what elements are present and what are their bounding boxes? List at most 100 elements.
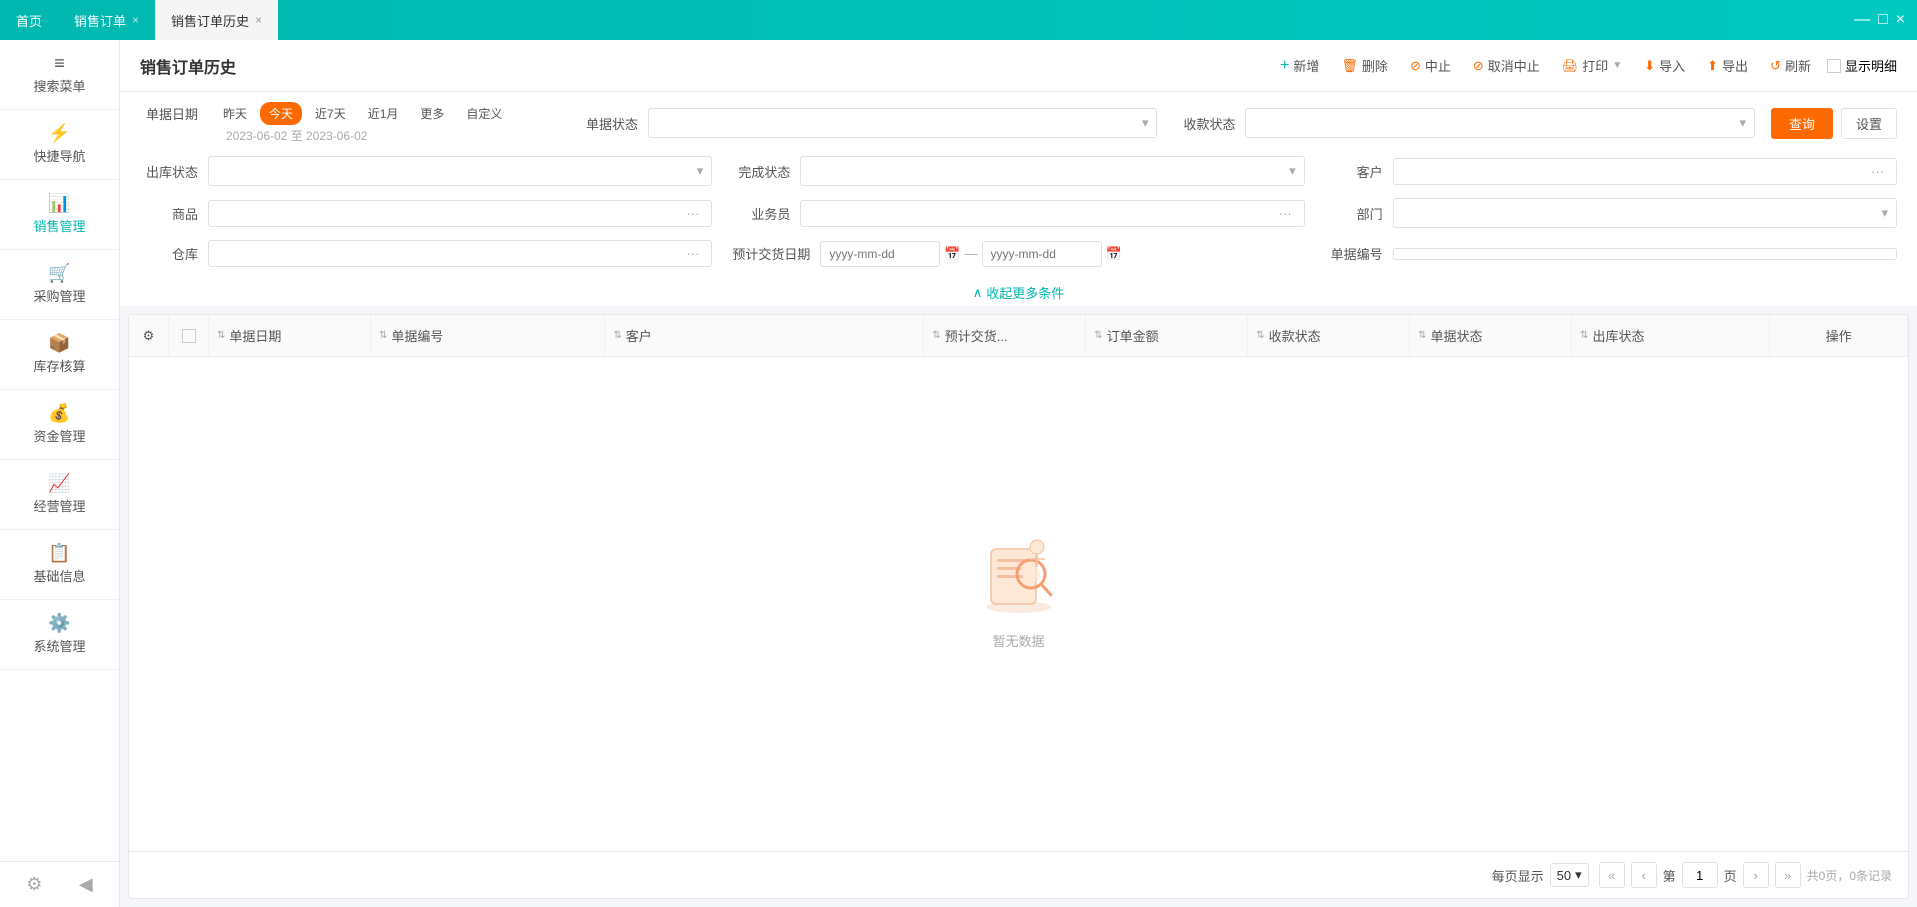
cancel-stop-button[interactable]: ⊘ 取消中止 xyxy=(1467,52,1546,79)
export-button[interactable]: ⬆ 导出 xyxy=(1701,52,1754,79)
th-payment-status[interactable]: ⇅ 收款状态 xyxy=(1248,315,1410,356)
delivery-date-from-input[interactable] xyxy=(820,241,940,267)
order-no-input[interactable] xyxy=(1393,248,1897,260)
sidebar-item-operations-label: 经营管理 xyxy=(33,496,85,515)
th-order-status-label: 单据状态 xyxy=(1431,326,1483,345)
th-delivery-status[interactable]: ⇅ 出库状态 xyxy=(1572,315,1770,356)
today-btn[interactable]: 今天 xyxy=(260,102,302,125)
th-amount-label: 订单金额 xyxy=(1107,326,1159,345)
th-actions-label: 操作 xyxy=(1826,326,1852,345)
product-input[interactable]: ··· xyxy=(208,200,712,227)
product-label: 商品 xyxy=(140,204,208,223)
collapse-link[interactable]: ∧ 收起更多条件 xyxy=(140,279,1897,306)
salesperson-input[interactable]: ··· xyxy=(800,200,1304,227)
print-icon: 🖨 xyxy=(1562,58,1579,74)
new-button[interactable]: + 新增 xyxy=(1274,52,1325,79)
tab-sales-order-history-close[interactable]: × xyxy=(255,13,262,27)
order-status-select[interactable]: ▾ xyxy=(648,108,1157,138)
th-order-no[interactable]: ⇅ 单据编号 xyxy=(371,315,605,356)
sidebar-settings-icon[interactable]: ⚙ xyxy=(26,874,42,895)
calendar-from-icon[interactable]: 📅 xyxy=(944,246,960,262)
sidebar-item-quick-nav[interactable]: ⚡ 快捷导航 xyxy=(0,110,119,180)
yesterday-btn[interactable]: 昨天 xyxy=(214,102,256,125)
delete-button[interactable]: 🗑 删除 xyxy=(1335,52,1394,79)
filter-customer-item: 客户 ··· xyxy=(1325,158,1897,185)
show-detail-wrapper: 显示明细 xyxy=(1827,56,1897,75)
collapse-text: 收起更多条件 xyxy=(986,283,1064,302)
window-max-btn[interactable]: □ xyxy=(1878,11,1888,29)
window-min-btn[interactable]: — xyxy=(1854,11,1870,29)
th-delivery-date[interactable]: ⇅ 预计交货... xyxy=(924,315,1086,356)
last1month-btn[interactable]: 近1月 xyxy=(359,102,408,125)
print-button[interactable]: 🖨 打印 ▼ xyxy=(1556,52,1628,79)
query-button[interactable]: 查询 xyxy=(1771,108,1833,139)
last7days-btn[interactable]: 近7天 xyxy=(306,102,355,125)
date-range-text: 2023-06-02 至 2023-06-02 xyxy=(226,129,367,143)
select-all-checkbox[interactable] xyxy=(182,329,196,343)
new-label: 新增 xyxy=(1293,56,1319,75)
top-bar: 首页 销售订单 × 销售订单历史 × — □ × xyxy=(0,0,1917,40)
th-settings[interactable]: ⚙ xyxy=(129,315,169,356)
stop-button[interactable]: ⊘ 中止 xyxy=(1404,52,1457,79)
salesperson-dots[interactable]: ··· xyxy=(1275,206,1296,221)
settings-button[interactable]: 设置 xyxy=(1841,108,1897,139)
order-status-label: 单据状态 xyxy=(580,114,648,133)
sort-payment-icon: ⇅ xyxy=(1256,330,1264,341)
sidebar-item-search-menu[interactable]: ≡ 搜索菜单 xyxy=(0,40,119,110)
sidebar-item-quick-nav-label: 快捷导航 xyxy=(33,146,85,165)
page-input[interactable] xyxy=(1682,862,1718,888)
purchase-icon: 🛒 xyxy=(48,264,70,282)
th-amount[interactable]: ⇅ 订单金额 xyxy=(1086,315,1248,356)
refresh-button[interactable]: ↺ 刷新 xyxy=(1764,52,1817,79)
product-dots[interactable]: ··· xyxy=(682,206,703,221)
settings-gear-icon[interactable]: ⚙ xyxy=(143,328,155,344)
sidebar-item-sales[interactable]: 📊 销售管理 xyxy=(0,180,119,250)
delivery-status-select[interactable]: ▾ xyxy=(208,156,712,186)
sidebar-item-finance-label: 资金管理 xyxy=(33,426,85,445)
date-label: 单据日期 xyxy=(140,104,208,123)
th-checkbox[interactable] xyxy=(169,315,209,356)
cancel-stop-label: 取消中止 xyxy=(1488,56,1540,75)
search-menu-icon: ≡ xyxy=(54,54,65,72)
tab-sales-order-history[interactable]: 销售订单历史 × xyxy=(155,0,278,40)
stop-label: 中止 xyxy=(1425,56,1451,75)
th-date[interactable]: ⇅ 单据日期 xyxy=(209,315,371,356)
sidebar-item-purchase[interactable]: 🛒 采购管理 xyxy=(0,250,119,320)
prev-page-btn[interactable]: ‹ xyxy=(1631,862,1657,888)
sidebar-item-base-info[interactable]: 📋 基础信息 xyxy=(0,530,119,600)
tab-home[interactable]: 首页 xyxy=(0,0,58,40)
customer-dots[interactable]: ··· xyxy=(1867,164,1888,179)
sidebar-item-finance[interactable]: 💰 资金管理 xyxy=(0,390,119,460)
custom-btn[interactable]: 自定义 xyxy=(457,102,511,125)
sidebar-item-inventory[interactable]: 📦 库存核算 xyxy=(0,320,119,390)
pay-status-select[interactable]: ▾ xyxy=(1245,108,1754,138)
sidebar-item-sys-settings[interactable]: ⚙️ 系统管理 xyxy=(0,600,119,670)
next-page-btn[interactable]: › xyxy=(1743,862,1769,888)
th-customer[interactable]: ⇅ 客户 xyxy=(605,315,924,356)
warehouse-input[interactable]: ··· xyxy=(208,240,712,267)
first-page-btn[interactable]: « xyxy=(1599,862,1625,888)
last-page-btn[interactable]: » xyxy=(1775,862,1801,888)
sidebar-collapse-icon[interactable]: ◀ xyxy=(79,874,93,895)
total-info: 共0页，0条记录 xyxy=(1807,867,1892,884)
page-size-label: 每页显示 xyxy=(1492,866,1544,885)
tab-sales-order[interactable]: 销售订单 × xyxy=(58,0,155,40)
customer-label: 客户 xyxy=(1325,162,1393,181)
department-select[interactable]: ▾ xyxy=(1393,198,1897,228)
tab-sales-order-close[interactable]: × xyxy=(132,13,139,27)
show-detail-checkbox[interactable] xyxy=(1827,59,1841,73)
th-order-status[interactable]: ⇅ 单据状态 xyxy=(1410,315,1572,356)
complete-status-chevron-icon: ▾ xyxy=(1289,163,1296,179)
calendar-to-icon[interactable]: 📅 xyxy=(1106,246,1122,262)
import-button[interactable]: ⬇ 导入 xyxy=(1638,52,1691,79)
page-size-select[interactable]: 50 ▾ xyxy=(1550,863,1589,887)
delivery-date-to-input[interactable] xyxy=(982,241,1102,267)
customer-input[interactable]: ··· xyxy=(1393,158,1897,185)
filter-date-item: 单据日期 昨天 今天 近7天 近1月 更多 自定义 2023-06-02 至 2… xyxy=(140,102,540,144)
warehouse-dots[interactable]: ··· xyxy=(682,246,703,261)
more-btn[interactable]: 更多 xyxy=(411,102,453,125)
window-close-btn[interactable]: × xyxy=(1896,11,1905,29)
th-delivery-status-label: 出库状态 xyxy=(1592,326,1644,345)
complete-status-select[interactable]: ▾ xyxy=(800,156,1304,186)
sidebar-item-operations[interactable]: 📈 经营管理 xyxy=(0,460,119,530)
